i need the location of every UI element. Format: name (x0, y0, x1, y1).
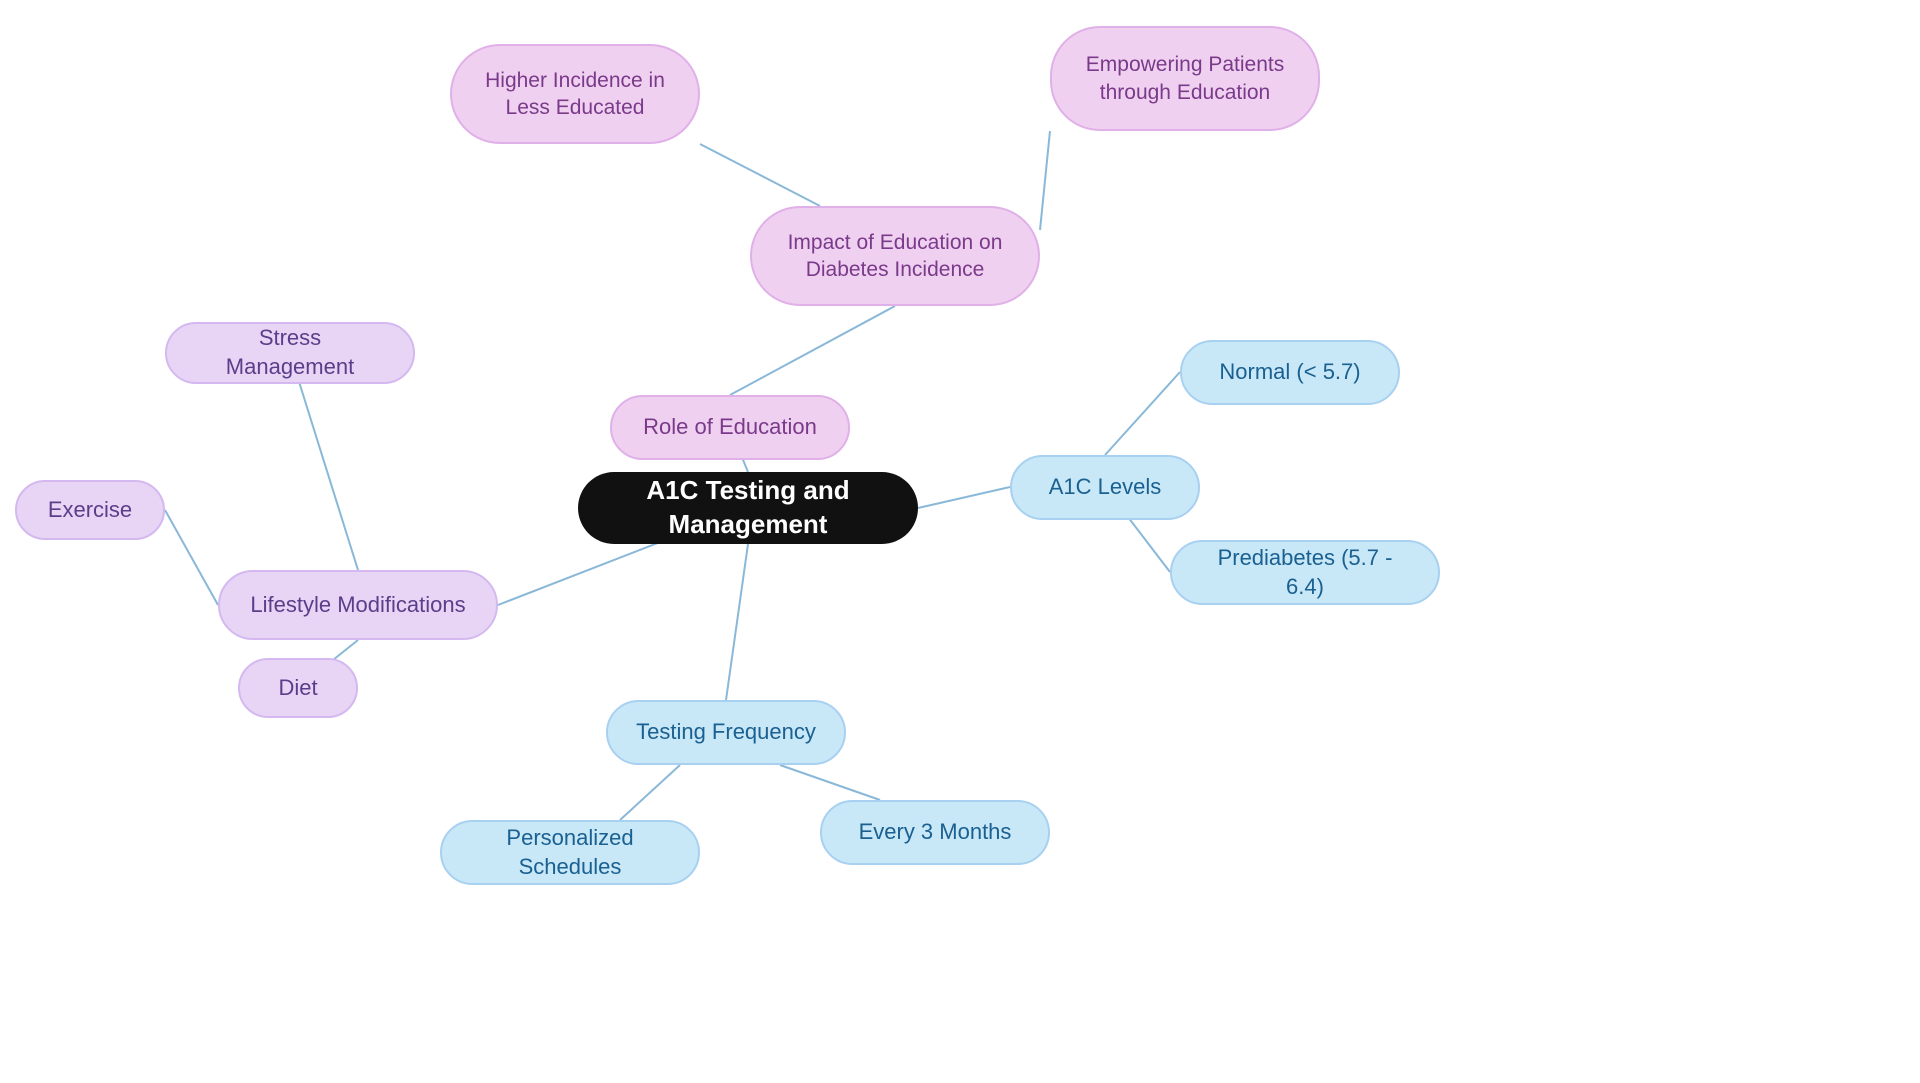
connection-lines (0, 0, 1920, 1083)
a1c-levels-node[interactable]: A1C Levels (1010, 455, 1200, 520)
personalized-schedules-node[interactable]: Personalized Schedules (440, 820, 700, 885)
center-node[interactable]: A1C Testing and Management (578, 472, 918, 544)
higher-incidence-node[interactable]: Higher Incidence in Less Educated (450, 44, 700, 144)
diet-node[interactable]: Diet (238, 658, 358, 718)
normal-a1c-node[interactable]: Normal (< 5.7) (1180, 340, 1400, 405)
lifestyle-modifications-node[interactable]: Lifestyle Modifications (218, 570, 498, 640)
role-of-education-node[interactable]: Role of Education (610, 395, 850, 460)
exercise-node[interactable]: Exercise (15, 480, 165, 540)
every-3-months-node[interactable]: Every 3 Months (820, 800, 1050, 865)
stress-management-node[interactable]: Stress Management (165, 322, 415, 384)
testing-frequency-node[interactable]: Testing Frequency (606, 700, 846, 765)
empowering-patients-node[interactable]: Empowering Patients through Education (1050, 26, 1320, 131)
impact-education-node[interactable]: Impact of Education on Diabetes Incidenc… (750, 206, 1040, 306)
prediabetes-node[interactable]: Prediabetes (5.7 - 6.4) (1170, 540, 1440, 605)
